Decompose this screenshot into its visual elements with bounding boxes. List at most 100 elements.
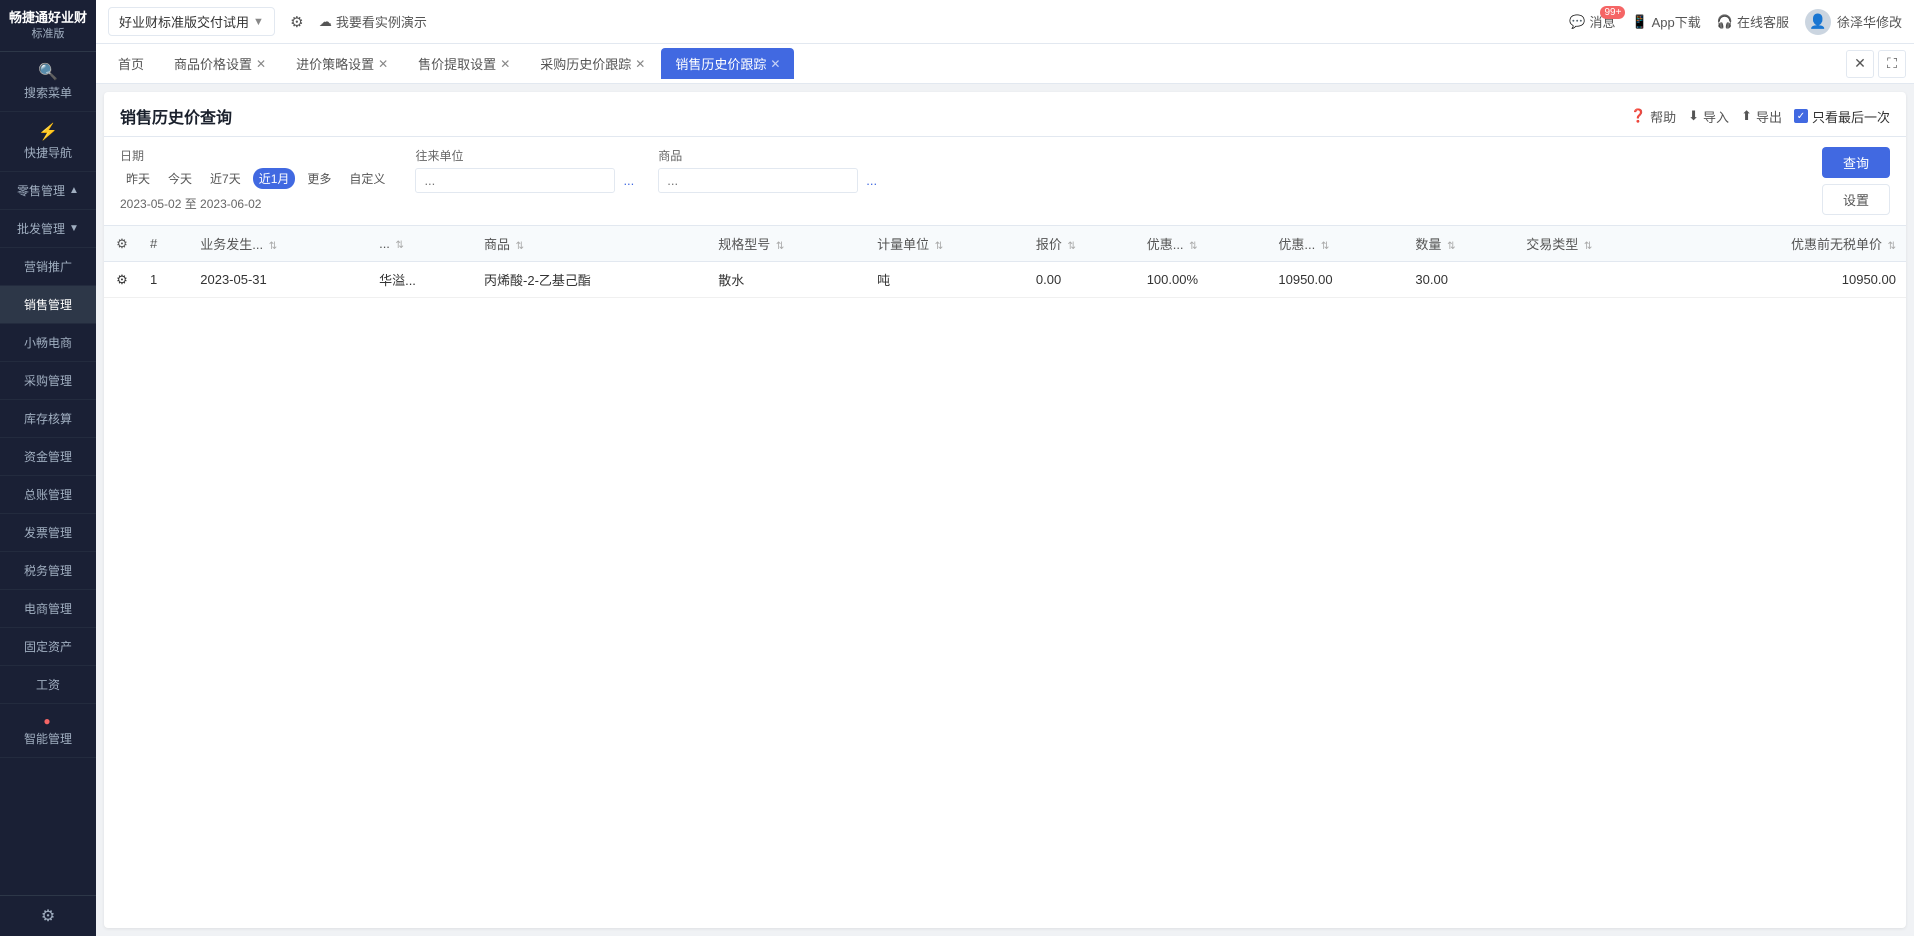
page-header: 销售历史价查询 ❓ 帮助 ⬇ 导入 ⬆ 导出 ✓ 只看最后一次 <box>104 92 1906 137</box>
discount-pct-sort-icon: ⇅ <box>1189 241 1197 252</box>
col-qty[interactable]: 数量 ⇅ <box>1405 226 1516 262</box>
col-discount-pct[interactable]: 优惠... ⇅ <box>1137 226 1269 262</box>
retail-expand-icon: ▲ <box>69 185 79 196</box>
tab-sales-history[interactable]: 销售历史价跟踪 ✕ <box>661 48 794 79</box>
unit-sort-icon: ⇅ <box>935 241 943 252</box>
table-row: ⚙ 1 2023-05-31 华溢... 丙烯酸-2-乙基己酯 散水 吨 0.0… <box>104 262 1906 298</box>
sidebar-item-salary[interactable]: 工资 <box>0 666 96 704</box>
window-close-btn[interactable]: ✕ <box>1846 50 1874 78</box>
message-btn[interactable]: 💬 消息 99+ <box>1569 12 1615 31</box>
sidebar-item-tax[interactable]: 税务管理 <box>0 552 96 590</box>
sidebar-item-fixed-assets[interactable]: 固定资产 <box>0 628 96 666</box>
sidebar-label-wholesale: 批发管理 <box>17 220 65 237</box>
sidebar-item-smart[interactable]: ● 智能管理 <box>0 704 96 758</box>
date-filter-label: 日期 <box>120 147 391 164</box>
sidebar-item-inventory[interactable]: 库存核算 <box>0 400 96 438</box>
version-selector[interactable]: 好业财标准版交付试用 ▼ <box>108 7 275 36</box>
sidebar-label-retail: 零售管理 <box>17 182 65 199</box>
sidebar-item-search[interactable]: 🔍 搜索菜单 <box>0 52 96 112</box>
version-settings-btn[interactable]: ⚙ <box>283 8 311 36</box>
date-sort-icon: ⇅ <box>269 241 277 252</box>
headset-icon: 🎧 <box>1717 14 1733 30</box>
tab-purchase-history-close[interactable]: ✕ <box>635 58 645 70</box>
sidebar-item-wholesale[interactable]: 批发管理 ▼ <box>0 210 96 248</box>
row-product: 丙烯酸-2-乙基己酯 <box>474 262 708 298</box>
window-maximize-btn[interactable]: ⛶ <box>1878 50 1906 78</box>
tab-home[interactable]: 首页 <box>104 48 158 79</box>
source-input[interactable] <box>415 168 615 193</box>
date-btn-1month[interactable]: 近1月 <box>253 168 296 189</box>
qty-sort-icon: ⇅ <box>1447 241 1455 252</box>
table-container: ⚙ # 业务发生... ⇅ ... ⇅ 商品 ⇅ <box>104 226 1906 928</box>
tab-product-price[interactable]: 商品价格设置 ✕ <box>160 48 280 79</box>
help-icon: ❓ <box>1630 108 1646 124</box>
col-spec[interactable]: 规格型号 ⇅ <box>708 226 867 262</box>
col-price[interactable]: 报价 ⇅ <box>1026 226 1137 262</box>
col-product[interactable]: 商品 ⇅ <box>474 226 708 262</box>
sidebar-item-finance[interactable]: 资金管理 <box>0 438 96 476</box>
date-btn-more[interactable]: 更多 <box>301 168 337 189</box>
row-gear[interactable]: ⚙ <box>104 262 140 298</box>
app-logo: 畅捷通好业财 标准版 <box>0 0 96 52</box>
settings-btn[interactable]: 设置 <box>1822 184 1890 215</box>
sidebar-item-marketing[interactable]: 营销推广 <box>0 248 96 286</box>
app-download-btn[interactable]: 📱 App下载 <box>1631 12 1700 31</box>
spec-sort-icon: ⇅ <box>776 241 784 252</box>
source-more-btn[interactable]: ... <box>623 173 634 188</box>
sidebar-item-sales[interactable]: 销售管理 <box>0 286 96 324</box>
tab-home-label: 首页 <box>118 54 144 73</box>
tab-sale-price[interactable]: 售价提取设置 ✕ <box>404 48 524 79</box>
product-more-btn[interactable]: ... <box>866 173 877 188</box>
app-download-label: App下载 <box>1652 12 1701 31</box>
data-table: ⚙ # 业务发生... ⇅ ... ⇅ 商品 ⇅ <box>104 226 1906 298</box>
tab-price-strategy[interactable]: 进价策略设置 ✕ <box>282 48 402 79</box>
avatar: 👤 <box>1805 9 1831 35</box>
date-btn-today[interactable]: 今天 <box>162 168 198 189</box>
tab-bar-controls: ✕ ⛶ <box>1846 50 1906 78</box>
tab-sale-price-close[interactable]: ✕ <box>500 58 510 70</box>
price-sort-icon: ⇅ <box>1068 241 1076 252</box>
tab-sales-history-close[interactable]: ✕ <box>770 58 780 70</box>
sidebar-item-retail[interactable]: 零售管理 ▲ <box>0 172 96 210</box>
col-more[interactable]: ... ⇅ <box>369 226 474 262</box>
row-price: 0.00 <box>1026 262 1137 298</box>
quick-nav-icon: ⚡ <box>38 122 58 142</box>
sidebar-settings-btn[interactable]: ⚙ <box>0 895 96 936</box>
import-icon: ⬇ <box>1688 108 1699 124</box>
date-options-row: 昨天 今天 近7天 近1月 更多 自定义 <box>120 168 391 189</box>
export-btn[interactable]: ⬆ 导出 <box>1741 107 1782 126</box>
query-btn[interactable]: 查询 <box>1822 147 1890 178</box>
sidebar-item-purchase[interactable]: 采购管理 <box>0 362 96 400</box>
only-last-checkbox[interactable]: ✓ 只看最后一次 <box>1794 107 1890 126</box>
col-trade-type[interactable]: 交易类型 ⇅ <box>1516 226 1675 262</box>
demo-link-btn[interactable]: ☁ 我要看实例演示 <box>319 12 427 31</box>
tab-bar: 首页 商品价格设置 ✕ 进价策略设置 ✕ 售价提取设置 ✕ 采购历史价跟踪 ✕ … <box>96 44 1914 84</box>
col-discount-amt[interactable]: 优惠... ⇅ <box>1268 226 1405 262</box>
date-btn-custom[interactable]: 自定义 <box>343 168 391 189</box>
sidebar-item-ecommerce[interactable]: 电商管理 <box>0 590 96 628</box>
date-filter-group: 日期 昨天 今天 近7天 近1月 更多 自定义 2023-05-02 至 202… <box>120 147 391 212</box>
help-btn[interactable]: ❓ 帮助 <box>1630 107 1676 126</box>
tab-product-price-close[interactable]: ✕ <box>256 58 266 70</box>
col-unit[interactable]: 计量单位 ⇅ <box>867 226 1026 262</box>
top-bar-left: 好业财标准版交付试用 ▼ ⚙ ☁ 我要看实例演示 <box>108 7 1557 36</box>
tab-price-strategy-close[interactable]: ✕ <box>378 58 388 70</box>
sidebar-item-quick-nav[interactable]: ⚡ 快捷导航 <box>0 112 96 172</box>
col-pretax-price[interactable]: 优惠前无税单价 ⇅ <box>1675 226 1906 262</box>
sidebar-label-ledger: 总账管理 <box>24 486 72 503</box>
message-badge: 99+ <box>1600 6 1625 19</box>
col-date[interactable]: 业务发生... ⇅ <box>190 226 369 262</box>
date-btn-7days[interactable]: 近7天 <box>204 168 247 189</box>
sidebar-item-ecommerce-small[interactable]: 小畅电商 <box>0 324 96 362</box>
top-bar-right: 💬 消息 99+ 📱 App下载 🎧 在线客服 👤 徐泽华修改 <box>1569 9 1902 35</box>
date-btn-yesterday[interactable]: 昨天 <box>120 168 156 189</box>
date-range-display: 2023-05-02 至 2023-06-02 <box>120 195 391 212</box>
wholesale-expand-icon: ▼ <box>69 223 79 234</box>
tab-purchase-history[interactable]: 采购历史价跟踪 ✕ <box>526 48 659 79</box>
sidebar-item-invoice[interactable]: 发票管理 <box>0 514 96 552</box>
sidebar-item-ledger[interactable]: 总账管理 <box>0 476 96 514</box>
user-info[interactable]: 👤 徐泽华修改 <box>1805 9 1902 35</box>
product-input[interactable] <box>658 168 858 193</box>
import-btn[interactable]: ⬇ 导入 <box>1688 107 1729 126</box>
online-service-btn[interactable]: 🎧 在线客服 <box>1717 12 1789 31</box>
